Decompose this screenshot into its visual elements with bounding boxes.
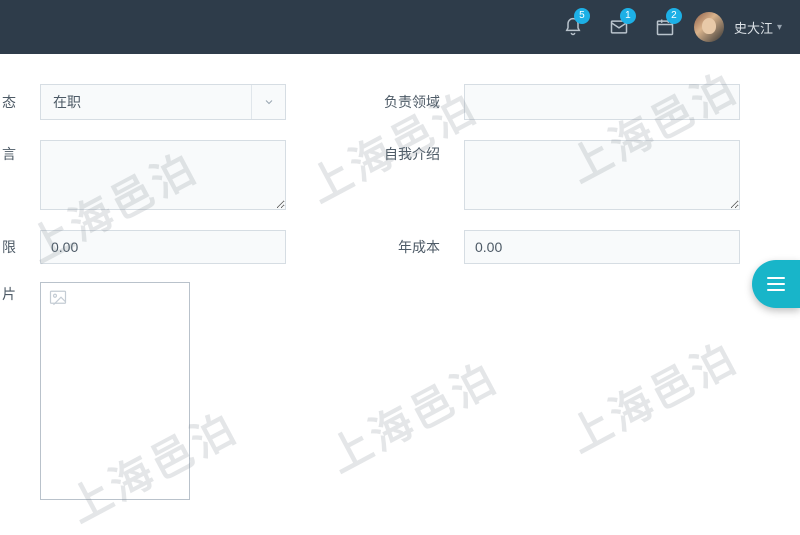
menu-icon [767, 277, 785, 291]
user-name: 史大江 [734, 18, 773, 37]
selfintro-label: 自我介绍 [350, 144, 440, 164]
chevron-down-icon [251, 85, 285, 119]
form-area: 态 言 限 片 在职 负责领域 自我介绍 年成本 上海邑泊 上海邑泊 上海邑泊 … [0, 54, 800, 525]
yearcost-input[interactable] [464, 230, 740, 264]
status-label-fragment: 态 [0, 92, 16, 112]
user-menu[interactable]: 史大江 ▾ [694, 0, 782, 54]
left-number-input[interactable] [40, 230, 286, 264]
left-textarea[interactable] [40, 140, 286, 210]
calendar-badge: 2 [666, 8, 682, 24]
selfintro-textarea[interactable] [464, 140, 740, 210]
image-placeholder-icon [47, 289, 69, 307]
watermark: 上海邑泊 [556, 324, 747, 464]
responsibility-label: 负责领域 [350, 92, 440, 112]
status-select-value: 在职 [53, 92, 81, 112]
image-label-fragment: 片 [0, 284, 16, 304]
left-number-label-fragment: 限 [0, 237, 16, 257]
notifications-button[interactable]: 5 [550, 0, 596, 54]
chevron-down-icon: ▾ [777, 22, 782, 33]
status-select[interactable]: 在职 [40, 84, 286, 120]
avatar [694, 12, 724, 42]
floating-menu-button[interactable] [752, 260, 800, 308]
messages-button[interactable]: 1 [596, 0, 642, 54]
top-bar: 5 1 2 史大江 ▾ [0, 0, 800, 54]
responsibility-input[interactable] [464, 84, 740, 120]
image-upload-box[interactable] [40, 282, 190, 500]
left-textarea-label-fragment: 言 [0, 144, 16, 164]
calendar-button[interactable]: 2 [642, 0, 688, 54]
mail-badge: 1 [620, 8, 636, 24]
yearcost-label: 年成本 [350, 237, 440, 257]
bell-badge: 5 [574, 8, 590, 24]
watermark: 上海邑泊 [316, 344, 507, 484]
